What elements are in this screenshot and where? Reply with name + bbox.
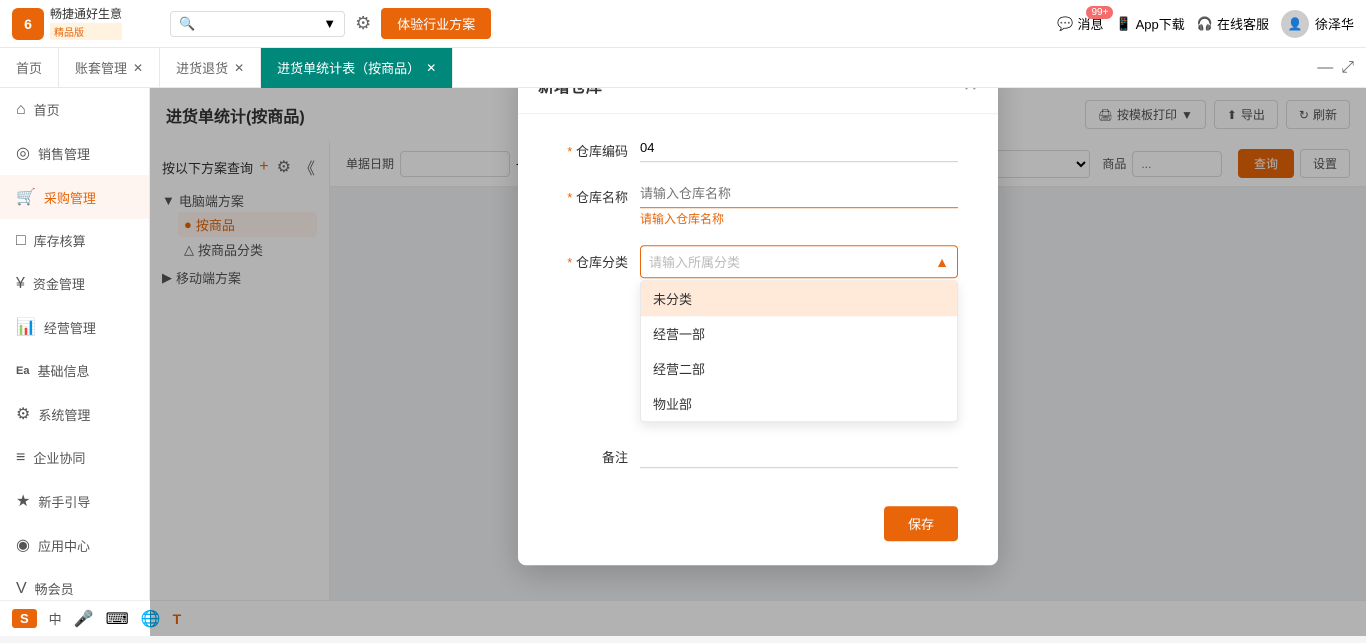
tab-bar: 首页 账套管理 ✕ 进货退货 ✕ 进货单统计表（按商品） ✕ — ⤢ (0, 48, 1366, 88)
form-row-name: * 仓库名称 请输入仓库名称 (558, 180, 958, 227)
dialog-footer: 保存 (518, 506, 998, 541)
tab-bar-actions: — ⤢ (1317, 59, 1366, 77)
note-input[interactable] (640, 440, 958, 468)
tab-purchase-return[interactable]: 进货退货 ✕ (160, 48, 261, 88)
username: 徐泽华 (1315, 14, 1354, 33)
dialog-body: * 仓库编码 * 仓库名称 请输入仓库名称 (518, 114, 998, 506)
sidebar-item-system[interactable]: ⚙ 系统管理 (0, 392, 149, 436)
tab-purchase-stat[interactable]: 进货单统计表（按商品） ✕ (261, 48, 453, 88)
main-layout: ⌂ 首页 ◎ 销售管理 🛒 采购管理 □ 库存核算 ¥ 资金管理 📊 经营管理 … (0, 88, 1366, 636)
category-dropdown-arrow-icon: ▲ (935, 254, 949, 270)
name-error-msg: 请输入仓库名称 (640, 210, 958, 227)
category-dropdown-list: 未分类 经营一部 经营二部 物业部 (640, 280, 958, 422)
mic-icon[interactable]: 🎤 (74, 609, 94, 629)
sidebar-item-finance[interactable]: ¥ 资金管理 (0, 262, 149, 305)
brand-s-icon: S (12, 609, 37, 628)
dialog-header: 新增仓库 ✕ (518, 88, 998, 114)
sidebar-item-basic-info[interactable]: Ea 基础信息 (0, 349, 149, 392)
category-label: * 仓库分类 (558, 245, 628, 271)
name-input[interactable] (640, 180, 958, 208)
sidebar-item-sales[interactable]: ◎ 销售管理 (0, 131, 149, 175)
save-button[interactable]: 保存 (884, 506, 958, 541)
sidebar: ⌂ 首页 ◎ 销售管理 🛒 采购管理 □ 库存核算 ¥ 资金管理 📊 经营管理 … (0, 88, 150, 636)
phone-icon: 📱 (1115, 16, 1131, 32)
basic-info-icon: Ea (16, 365, 29, 377)
sidebar-item-enterprise[interactable]: ≡ 企业协同 (0, 436, 149, 479)
messages-button[interactable]: 💬 消息 99+ (1057, 14, 1103, 33)
search-input[interactable]: 日太阳膜 (199, 16, 319, 31)
inventory-icon: □ (16, 232, 26, 250)
form-row-code: * 仓库编码 (558, 134, 958, 162)
dropdown-item-1[interactable]: 经营一部 (641, 316, 957, 351)
user-info[interactable]: 👤 徐泽华 (1281, 10, 1354, 38)
form-row-category: * 仓库分类 请输入所属分类 ▲ 未分类 经营一部 经营二部 (558, 245, 958, 422)
try-button[interactable]: 体验行业方案 (381, 8, 491, 39)
category-dropdown[interactable]: 请输入所属分类 ▲ (640, 245, 958, 278)
new-warehouse-dialog: 新增仓库 ✕ * 仓库编码 * (518, 88, 998, 565)
code-input[interactable] (640, 134, 958, 162)
sales-icon: ◎ (16, 143, 30, 163)
keyboard-icon[interactable]: ⌨ (106, 609, 129, 629)
customer-service-button[interactable]: 🎧 在线客服 (1197, 14, 1269, 33)
sidebar-item-purchase[interactable]: 🛒 采购管理 (0, 175, 149, 219)
logo-sub: 精品版 (50, 23, 122, 40)
system-icon: ⚙ (16, 404, 30, 424)
dropdown-item-3[interactable]: 物业部 (641, 386, 957, 421)
message-badge: 99+ (1086, 6, 1113, 19)
finance-icon: ¥ (16, 275, 25, 293)
app-icon: ◉ (16, 535, 30, 555)
tab-close-stat[interactable]: ✕ (426, 61, 436, 75)
tab-expand-button[interactable]: ⤢ (1341, 59, 1354, 77)
tab-minimize-button[interactable]: — (1317, 59, 1333, 77)
purchase-icon: 🛒 (16, 187, 36, 207)
tab-close-return[interactable]: ✕ (234, 61, 244, 75)
note-label: 备注 (558, 440, 628, 466)
code-label: * 仓库编码 (558, 134, 628, 160)
logo-icon: 6 (12, 8, 44, 40)
search-icon: 🔍 (179, 16, 195, 32)
tab-accounts[interactable]: 账套管理 ✕ (59, 48, 160, 88)
dropdown-arrow-icon: ▼ (323, 16, 336, 31)
message-icon: 💬 (1057, 16, 1073, 32)
headset-icon: 🎧 (1197, 16, 1213, 32)
guide-icon: ★ (16, 491, 30, 511)
sidebar-item-operation[interactable]: 📊 经营管理 (0, 305, 149, 349)
form-row-note: 备注 (558, 440, 958, 468)
note-field (640, 440, 958, 468)
top-bar: 6 畅捷通好生意 精品版 🔍 日太阳膜 ▼ ⚙ 体验行业方案 💬 消息 99+ … (0, 0, 1366, 48)
tab-home[interactable]: 首页 (0, 48, 59, 88)
sidebar-item-app[interactable]: ◉ 应用中心 (0, 523, 149, 567)
home-icon: ⌂ (16, 101, 26, 119)
avatar: 👤 (1281, 10, 1309, 38)
enterprise-icon: ≡ (16, 449, 25, 467)
logo-area: 6 畅捷通好生意 精品版 (12, 7, 162, 40)
sidebar-item-guide[interactable]: ★ 新手引导 (0, 479, 149, 523)
name-label: * 仓库名称 (558, 180, 628, 206)
search-area[interactable]: 🔍 日太阳膜 ▼ (170, 11, 345, 37)
sidebar-item-home[interactable]: ⌂ 首页 (0, 88, 149, 131)
top-actions: 💬 消息 99+ 📱 App下载 🎧 在线客服 👤 徐泽华 (1057, 10, 1354, 38)
operation-icon: 📊 (16, 317, 36, 337)
category-field: 请输入所属分类 ▲ 未分类 经营一部 经营二部 物业部 (640, 245, 958, 422)
tab-close-accounts[interactable]: ✕ (133, 61, 143, 75)
logo-char: 6 (24, 16, 32, 32)
logo-text: 畅捷通好生意 (50, 7, 122, 23)
dialog-title: 新增仓库 (538, 88, 602, 97)
dropdown-item-0[interactable]: 未分类 (641, 281, 957, 316)
content-area: 进货单统计(按商品) 🖨 按模板打印 ▼ ⬆ 导出 ↻ 刷新 (150, 88, 1366, 636)
category-placeholder: 请输入所属分类 (649, 252, 740, 271)
input-method-icon: 中 (49, 609, 62, 628)
sidebar-item-inventory[interactable]: □ 库存核算 (0, 219, 149, 262)
code-field (640, 134, 958, 162)
vip-icon: V (16, 580, 27, 598)
app-download-button[interactable]: 📱 App下载 (1115, 14, 1184, 33)
dialog-close-button[interactable]: ✕ (963, 88, 978, 96)
dropdown-item-2[interactable]: 经营二部 (641, 351, 957, 386)
name-field: 请输入仓库名称 (640, 180, 958, 227)
settings-icon-button[interactable]: ⚙ (353, 11, 373, 36)
